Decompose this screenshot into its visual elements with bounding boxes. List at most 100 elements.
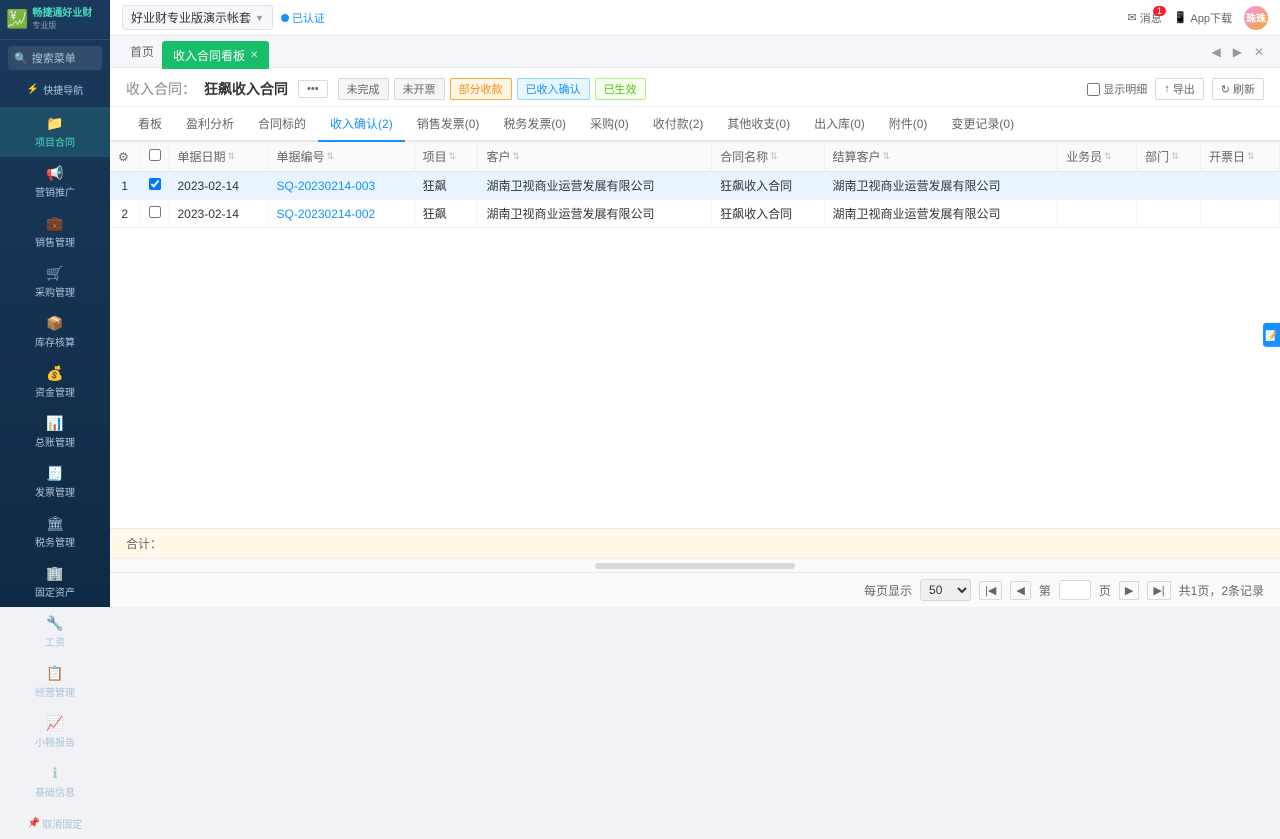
th-project: 项目⇅ (414, 142, 478, 172)
sub-tab-9[interactable]: 出入库(0) (802, 107, 877, 142)
sub-tab-11[interactable]: 变更记录(0) (939, 107, 1026, 142)
sub-tab-6[interactable]: 采购(0) (578, 107, 641, 142)
sub-tab-8[interactable]: 其他收支(0) (715, 107, 802, 142)
row-invoice-date (1200, 172, 1279, 200)
row-salesperson (1058, 200, 1137, 228)
app-logo: 💹 畅捷通好业财 专业版 (0, 0, 110, 40)
tabbar: 首页 收入合同看板 ✕ ◀ ▶ ✕ (110, 36, 1280, 68)
sort-customer-icon: ⇅ (513, 151, 521, 162)
sidebar-item-工资[interactable]: 🔧工资 (0, 607, 110, 657)
sidebar-item-小畅报告[interactable]: 📈小畅报告 (0, 707, 110, 757)
more-actions-button[interactable]: ••• (298, 80, 328, 98)
sub-tab-5[interactable]: 税务发票(0) (491, 107, 578, 142)
th-invoice-date: 开票日⇅ (1200, 142, 1279, 172)
sub-tab-3[interactable]: 收入确认(2) (318, 107, 405, 142)
export-button[interactable]: ↑ 导出 (1155, 78, 1204, 100)
scroll-thumb[interactable] (595, 563, 795, 569)
sidebar-item-销售管理[interactable]: 💼销售管理 (0, 207, 110, 257)
close-tab-icon[interactable]: ✕ (250, 50, 258, 61)
last-page-button[interactable]: ▶| (1147, 581, 1170, 600)
contract-header: 收入合同： 狂飙收入合同 ••• 未完成 未开票 部分收款 已收入确认 已生效 … (110, 68, 1280, 107)
quick-nav-icon: ⚡ (27, 84, 39, 95)
tab-close-button[interactable]: ✕ (1250, 43, 1268, 61)
sub-tab-4[interactable]: 销售发票(0) (405, 107, 492, 142)
unpin-button[interactable]: 📌 取消固定 (4, 812, 106, 835)
main-area: 好业财专业版演示帐套 ▼ 已认证 ✉ 消息 1 📱 App下载 珠珠 (110, 0, 1280, 607)
sub-tab-2[interactable]: 合同标的 (246, 107, 318, 142)
sub-tab-1[interactable]: 盈利分析 (174, 107, 246, 142)
sort-project-icon: ⇅ (449, 151, 457, 162)
sort-date-icon: ⇅ (228, 151, 236, 162)
message-icon: ✉ (1128, 11, 1137, 24)
row-invoice-date (1200, 200, 1279, 228)
row-contract-name: 狂飙收入合同 (712, 200, 824, 228)
row-checkbox-cell (140, 172, 169, 200)
tab-next-button[interactable]: ▶ (1229, 43, 1246, 61)
status-partial[interactable]: 部分收款 (450, 78, 512, 100)
sub-tab-7[interactable]: 收付款(2) (641, 107, 716, 142)
row-number-link[interactable]: SQ-20230214-003 (276, 179, 375, 193)
status-incomplete[interactable]: 未完成 (338, 78, 389, 100)
show-detail-toggle[interactable]: 显示明细 (1087, 81, 1147, 97)
app-name: 畅捷通好业财 (32, 8, 92, 20)
home-tab[interactable]: 首页 (122, 36, 162, 68)
status-uninvoiced[interactable]: 未开票 (394, 78, 445, 100)
prev-page-button[interactable]: ◀ (1010, 581, 1030, 600)
page-number-input[interactable]: 1 (1059, 580, 1091, 600)
row-number-link[interactable]: SQ-20230214-002 (276, 207, 375, 221)
row-salesperson (1058, 172, 1137, 200)
show-detail-checkbox[interactable] (1087, 83, 1100, 96)
th-settings: ⚙ (110, 142, 140, 172)
data-table: ⚙ 单据日期⇅ 单据编号⇅ 项目⇅ 客户⇅ 合同名称⇅ 结算客户⇅ 业务员⇅ 部… (110, 142, 1280, 228)
company-selector[interactable]: 好业财专业版演示帐套 ▼ (122, 5, 273, 30)
th-customer: 客户⇅ (478, 142, 712, 172)
row-checkbox[interactable] (149, 206, 161, 218)
sidebar-item-发票管理[interactable]: 🧾发票管理 (0, 457, 110, 507)
sidebar-item-税务管理[interactable]: 🏛税务管理 (0, 507, 110, 557)
contract-board-tab[interactable]: 收入合同看板 ✕ (162, 41, 269, 69)
app-download-button[interactable]: 📱 App下载 (1174, 10, 1232, 26)
quick-nav-button[interactable]: ⚡ 快捷导航 (0, 76, 110, 103)
status-confirmed[interactable]: 已收入确认 (517, 78, 590, 100)
sub-tab-0[interactable]: 看板 (126, 107, 174, 142)
sidebar-item-项目合同[interactable]: 📁项目合同 (0, 107, 110, 157)
right-note-button[interactable]: 📝 (1263, 323, 1280, 347)
sub-tab-10[interactable]: 附件(0) (877, 107, 940, 142)
row-customer: 湖南卫视商业运营发展有限公司 (478, 172, 712, 200)
row-number: SQ-20230214-003 (268, 172, 414, 200)
nav-icon-9: 🏢 (46, 565, 63, 582)
nav-icon-13: ℹ (52, 765, 57, 782)
message-button[interactable]: ✉ 消息 1 (1128, 10, 1162, 26)
row-number: SQ-20230214-002 (268, 200, 414, 228)
sidebar-item-资金管理[interactable]: 💰资金管理 (0, 357, 110, 407)
sidebar-item-经营管理[interactable]: 📋经营管理 (0, 657, 110, 707)
page-size-select[interactable]: 50 100 200 (920, 579, 971, 601)
sidebar-item-采购管理[interactable]: 🛒采购管理 (0, 257, 110, 307)
refresh-button[interactable]: ↻ 刷新 (1212, 78, 1264, 100)
tab-prev-button[interactable]: ◀ (1207, 43, 1224, 61)
nav-icon-8: 🏛 (46, 515, 64, 532)
sort-sales-icon: ⇅ (1104, 151, 1112, 162)
table-row: 1 2023-02-14 SQ-20230214-003 狂飙 湖南卫视商业运营… (110, 172, 1280, 200)
select-all-checkbox[interactable] (149, 149, 161, 161)
row-checkbox[interactable] (149, 178, 161, 190)
first-page-button[interactable]: |◀ (979, 581, 1002, 600)
table-header-row: ⚙ 单据日期⇅ 单据编号⇅ 项目⇅ 客户⇅ 合同名称⇅ 结算客户⇅ 业务员⇅ 部… (110, 142, 1280, 172)
next-page-button[interactable]: ▶ (1119, 581, 1139, 600)
user-area[interactable]: 珠珠 (1244, 6, 1268, 30)
settings-icon[interactable]: ⚙ (118, 150, 129, 164)
sidebar-item-营销推广[interactable]: 📢营销推广 (0, 157, 110, 207)
search-menu-button[interactable]: 🔍 搜索菜单 (8, 46, 102, 70)
sidebar-item-库存核算[interactable]: 📦库存核算 (0, 307, 110, 357)
sidebar-item-总账管理[interactable]: 📊总账管理 (0, 407, 110, 457)
row-result-customer: 湖南卫视商业运营发展有限公司 (824, 172, 1058, 200)
sidebar-item-固定资产[interactable]: 🏢固定资产 (0, 557, 110, 607)
th-salesperson: 业务员⇅ (1058, 142, 1137, 172)
search-icon: 🔍 (14, 52, 28, 65)
logo-icon: 💹 (6, 9, 28, 30)
sidebar-item-基础信息[interactable]: ℹ基础信息 (0, 757, 110, 807)
nav-icon-12: 📈 (46, 715, 63, 732)
verified-dot-icon (281, 14, 289, 22)
th-contract-name: 合同名称⇅ (712, 142, 824, 172)
status-effective[interactable]: 已生效 (595, 78, 646, 100)
